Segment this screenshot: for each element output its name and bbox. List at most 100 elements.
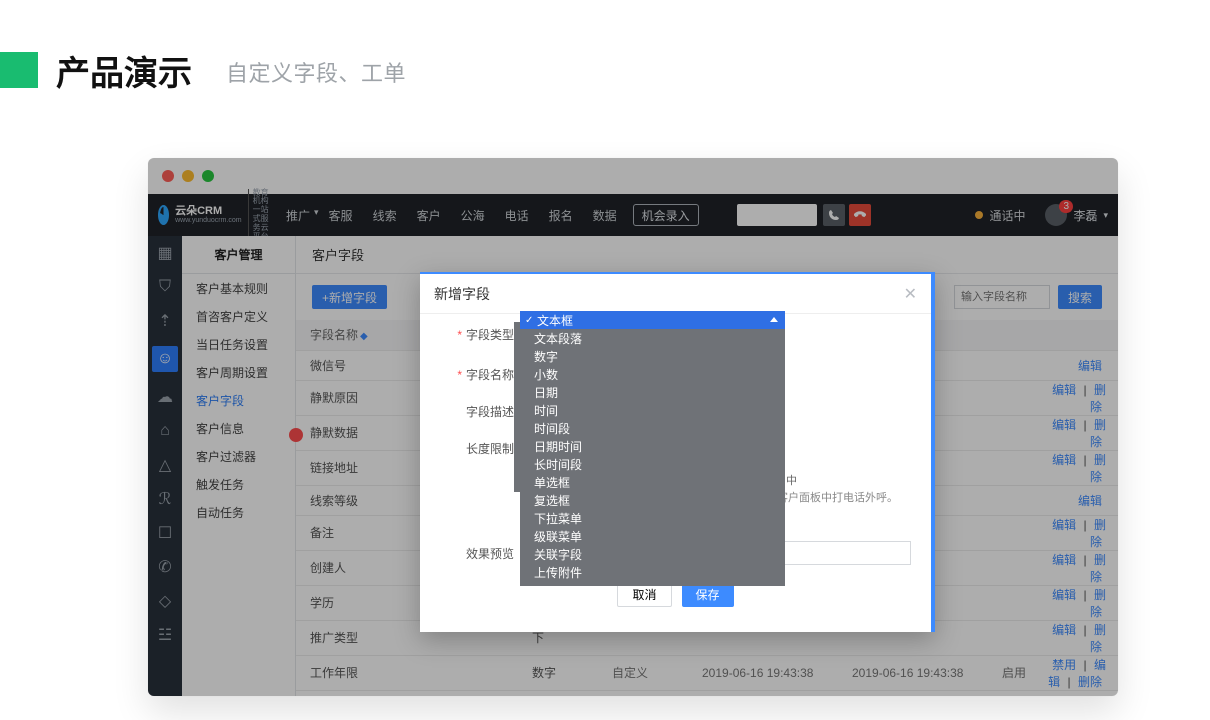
- brand-name: 云朵CRM: [175, 205, 242, 217]
- dropdown-option[interactable]: 单选框: [520, 474, 785, 492]
- status-dot-icon: [975, 211, 983, 219]
- add-field-button[interactable]: +新增字段: [312, 285, 387, 309]
- op-link[interactable]: 删除: [1090, 453, 1106, 484]
- op-link[interactable]: 编辑: [1052, 553, 1076, 567]
- field-type-select[interactable]: 文本框: [520, 311, 785, 329]
- label-preview: 效果预览: [466, 547, 514, 561]
- dial-icon[interactable]: [823, 204, 845, 226]
- sidebar-item[interactable]: 客户过滤器: [182, 442, 295, 470]
- rail-item-dashboard[interactable]: ▦: [156, 244, 174, 262]
- left-rail: ▦ ⛉ ⇡ ☺ ☁ ⌂ △ ℛ ☐ ✆ ◇ ☳: [148, 236, 182, 696]
- op-link[interactable]: 编辑: [1052, 588, 1076, 602]
- chevron-down-icon: ▾: [1103, 210, 1108, 221]
- table-row: 工作年限数字自定义2019-06-16 19:43:382019-06-16 1…: [296, 655, 1118, 690]
- sidebar-item[interactable]: 触发任务: [182, 470, 295, 498]
- dropdown-option[interactable]: 长时间段: [520, 456, 785, 474]
- op-link[interactable]: 删除: [1090, 623, 1106, 654]
- window-traffic-lights: [148, 158, 1118, 194]
- page-title: 客户字段: [296, 236, 1118, 274]
- op-link[interactable]: 删除: [1078, 675, 1102, 689]
- dropdown-option[interactable]: 文本段落: [520, 330, 785, 348]
- dropdown-option[interactable]: 日期时间: [520, 438, 785, 456]
- global-search-input[interactable]: [737, 204, 817, 226]
- nav-item-公海[interactable]: 公海: [451, 207, 495, 224]
- sidebar-item[interactable]: 当日任务设置: [182, 330, 295, 358]
- user-name: 李磊: [1073, 207, 1097, 224]
- label-field-limit: 长度限制: [466, 442, 514, 456]
- nav-item-客服[interactable]: 客服: [319, 207, 363, 224]
- op-link[interactable]: 编辑: [1052, 453, 1076, 467]
- sidebar-head: 客户管理: [182, 236, 295, 274]
- op-link[interactable]: 编辑: [1052, 418, 1076, 432]
- brand-logo-block[interactable]: 云朵CRM www.yunduocrm.com 教育机构一站 式服务云平台: [158, 189, 274, 242]
- dropdown-option[interactable]: 复选框: [520, 492, 785, 510]
- label-field-type: 字段类型: [466, 328, 514, 342]
- brand-domain: www.yunduocrm.com: [175, 217, 242, 225]
- field-type-dropdown[interactable]: 文本段落数字小数日期时间时间段日期时间长时间段单选框复选框下拉菜单级联菜单关联字…: [520, 312, 785, 586]
- op-link[interactable]: 编辑: [1052, 518, 1076, 532]
- op-link[interactable]: 删除: [1090, 418, 1106, 449]
- user-menu[interactable]: 3 李磊 ▾: [1045, 204, 1108, 226]
- maximize-window-icon[interactable]: [202, 170, 214, 182]
- brand-logo-icon: [158, 205, 169, 225]
- close-window-icon[interactable]: [162, 170, 174, 182]
- nav-item-线索[interactable]: 线索: [363, 207, 407, 224]
- op-link[interactable]: 禁用: [1052, 658, 1076, 672]
- dropdown-option[interactable]: 时间段: [520, 420, 785, 438]
- rail-item-phone[interactable]: ✆: [156, 558, 174, 576]
- dropdown-option[interactable]: 上传附件: [520, 564, 785, 582]
- dropdown-option[interactable]: 日期: [520, 384, 785, 402]
- rail-item-warning[interactable]: △: [156, 456, 174, 474]
- rail-item-tag[interactable]: ◇: [156, 592, 174, 610]
- sidebar-alert-badge: [289, 428, 303, 442]
- rail-item-analytics[interactable]: ⇡: [156, 312, 174, 330]
- rail-item-doc[interactable]: ☐: [156, 524, 174, 542]
- op-link[interactable]: 删除: [1090, 588, 1106, 619]
- notification-badge: 3: [1059, 200, 1073, 213]
- nav-item-报名[interactable]: 报名: [539, 207, 583, 224]
- op-link[interactable]: 删除: [1090, 553, 1106, 584]
- op-link[interactable]: 编辑: [1078, 359, 1102, 373]
- op-link[interactable]: 编辑: [1052, 383, 1076, 397]
- rail-item-users[interactable]: ℛ: [156, 490, 174, 508]
- dropdown-option[interactable]: 小数: [520, 366, 785, 384]
- sidebar-item[interactable]: 客户信息: [182, 414, 295, 442]
- op-link[interactable]: 编辑: [1052, 623, 1076, 637]
- rail-item-card[interactable]: ☳: [156, 626, 174, 644]
- search-button[interactable]: 搜索: [1058, 285, 1102, 309]
- hero-green-bar: [0, 52, 38, 88]
- op-link[interactable]: 编辑: [1078, 494, 1102, 508]
- input-suffix-char: 中: [786, 472, 797, 488]
- op-link[interactable]: 删除: [1090, 518, 1106, 549]
- hero-title: 产品演示: [56, 46, 192, 95]
- rail-item-shield[interactable]: ⛉: [156, 278, 174, 296]
- hangup-icon[interactable]: [849, 204, 871, 226]
- sort-icon: ◆: [360, 331, 368, 342]
- record-opportunity-button[interactable]: 机会录入: [633, 204, 699, 226]
- sidebar-item[interactable]: 客户字段: [182, 386, 295, 414]
- dropdown-option[interactable]: 下拉菜单: [520, 510, 785, 528]
- nav-item-电话[interactable]: 电话: [495, 207, 539, 224]
- dropdown-option[interactable]: 级联菜单: [520, 528, 785, 546]
- dropdown-option[interactable]: 数字: [520, 348, 785, 366]
- sidebar-item[interactable]: 客户基本规则: [182, 274, 295, 302]
- label-field-desc: 字段描述: [466, 405, 514, 419]
- rail-item-cloud[interactable]: ☁: [156, 388, 174, 406]
- sidebar-item[interactable]: 客户周期设置: [182, 358, 295, 386]
- rail-item-home[interactable]: ⌂: [156, 422, 174, 440]
- op-link[interactable]: 删除: [1090, 383, 1106, 414]
- nav-items: 推广▾客服线索客户公海电话报名数据: [276, 207, 627, 224]
- nav-item-数据[interactable]: 数据: [583, 207, 627, 224]
- rail-item-customers[interactable]: ☺: [152, 346, 178, 372]
- sidebar-item[interactable]: 自动任务: [182, 498, 295, 526]
- hero-subtitle: 自定义字段、工单: [226, 56, 406, 88]
- sidebar-item[interactable]: 首咨客户定义: [182, 302, 295, 330]
- close-icon[interactable]: ✕: [904, 284, 917, 304]
- dropdown-option[interactable]: 时间: [520, 402, 785, 420]
- dropdown-option[interactable]: 关联字段: [520, 546, 785, 564]
- minimize-window-icon[interactable]: [182, 170, 194, 182]
- search-field-input[interactable]: [954, 285, 1050, 309]
- call-status: 通话中: [975, 207, 1025, 224]
- nav-item-客户[interactable]: 客户: [407, 207, 451, 224]
- top-navbar: 云朵CRM www.yunduocrm.com 教育机构一站 式服务云平台 推广…: [148, 194, 1118, 236]
